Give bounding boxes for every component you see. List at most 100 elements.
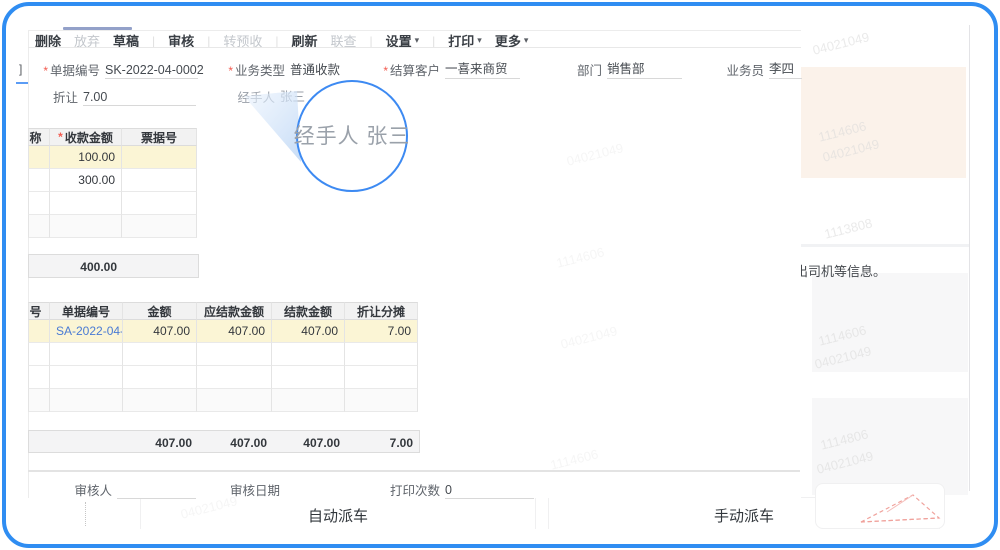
cell-settle_amount[interactable] [272, 343, 345, 366]
toolbar-separator: | [369, 33, 373, 48]
chevron-down-icon: ▾ [523, 35, 529, 45]
footer-field-print-count: 打印次数 0 [390, 483, 534, 499]
cell-name[interactable] [28, 192, 50, 215]
field-department: 部门 销售部 [562, 62, 682, 79]
cell-doc_no[interactable] [50, 343, 123, 366]
field-discount-value[interactable]: 7.00 [83, 90, 196, 106]
payment-lines-table-header-amount: * 收款金额 [50, 128, 122, 146]
payment-lines-table: 称 * 收款金额 票据号 100.00 300.00 [28, 128, 199, 238]
cell-doc_no[interactable] [50, 366, 123, 389]
cell-name[interactable] [28, 169, 50, 192]
field-settle-customer-value[interactable]: 一喜来商贸 [445, 58, 520, 79]
field-settle-customer-label: * 结算客户 [383, 64, 440, 78]
cell-name[interactable] [28, 146, 50, 169]
required-asterisk: * [383, 64, 388, 78]
cell-settle_amount[interactable] [272, 366, 345, 389]
footer-field-print-count-value[interactable]: 0 [445, 483, 534, 499]
doc-note-text: 出司机等信息。 [795, 264, 887, 279]
cell-no[interactable] [28, 389, 50, 412]
field-salesman-label: 业务员 [726, 64, 764, 78]
table-row [28, 343, 420, 366]
cell-discount_share[interactable] [345, 389, 418, 412]
footer-field-auditor: 审核人 [72, 483, 196, 499]
footer-field-print-count-label: 打印次数 [390, 484, 441, 498]
settlement-docs-table-header-due_amount: 应结款金额 [197, 302, 272, 320]
cell-no[interactable] [28, 343, 50, 366]
settlement-docs-table-header-label: 应结款金额 [203, 304, 264, 319]
cell-amount[interactable] [123, 366, 197, 389]
cell-due_amount[interactable]: 407.00 [197, 320, 272, 343]
cell-no[interactable] [28, 366, 50, 389]
auto-dispatch-label: 自动派车 [307, 508, 368, 525]
cell-doc_no[interactable] [50, 389, 123, 412]
doc-no-link[interactable]: SA-2022-04-… [56, 324, 122, 338]
cell-amount[interactable] [50, 192, 122, 215]
cell-discount_share[interactable]: 7.00 [345, 320, 418, 343]
cell-doc_no[interactable]: SA-2022-04-… [50, 320, 123, 343]
cell-bill_no[interactable] [122, 169, 197, 192]
field-doc-no: * 单据编号 SK-2022-04-0002 [36, 63, 204, 79]
table-row [28, 192, 199, 215]
footer-field-audit-date: 审核日期 [228, 483, 318, 499]
cell-bill_no[interactable] [122, 146, 197, 169]
cell-no[interactable] [28, 320, 50, 343]
field-settle-customer: * 结算客户 一喜来商贸 [380, 62, 520, 79]
field-department-value[interactable]: 销售部 [607, 58, 682, 79]
field-handler: 经手人 张三 [231, 90, 319, 106]
cell-amount[interactable] [123, 389, 197, 412]
footer-field-audit-date-label: 审核日期 [229, 484, 280, 498]
cell-due_amount[interactable] [197, 389, 272, 412]
field-handler-value[interactable]: 张三 [280, 86, 319, 106]
settlement-docs-table-header-label: 号 [29, 304, 42, 319]
active-tab-indicator [63, 27, 132, 30]
field-biz-type-value[interactable]: 普通收款 [290, 59, 373, 79]
total-cell-settle_amount: 407.00 [303, 435, 340, 450]
payment-lines-table-header-bill_no: 票据号 [122, 128, 197, 146]
required-asterisk: * [228, 64, 233, 78]
cell-discount_share[interactable] [345, 343, 418, 366]
payment-lines-table-header-row: 称 * 收款金额 票据号 [28, 128, 199, 146]
required-asterisk: * [43, 64, 48, 78]
total-cell-doc_no [51, 431, 124, 454]
settlement-docs-table: 号 单据编号 金额 应结款金额 结款金额 折让分摊 SA-2022-04-… 407.00 40… [28, 302, 420, 412]
cell-due_amount[interactable] [197, 343, 272, 366]
cell-bill_no[interactable] [122, 192, 197, 215]
paper-plane-icon [860, 494, 941, 523]
payment-lines-table-total-row: 400.00 [28, 254, 199, 278]
table-row: SA-2022-04-… 407.00 407.00 407.00 7.00 [28, 320, 420, 343]
cell-due_amount[interactable] [197, 366, 272, 389]
footer-divider [28, 470, 800, 472]
field-doc-no-label: * 单据编号 [43, 64, 100, 78]
field-doc-no-value[interactable]: SK-2022-04-0002 [105, 63, 204, 79]
toolbar-separator: | [432, 33, 436, 48]
cell-amount[interactable] [123, 343, 197, 366]
settlement-docs-table-header-discount_share: 折让分摊 [345, 302, 418, 320]
footer-field-audit-date-value[interactable] [285, 498, 318, 499]
cell-settle_amount[interactable] [272, 389, 345, 412]
form-toolbar: 删除 放弃 草稿 | 审核 | 转预收 | 刷新 联查 | 设置 ▾ | 打印 ▾ 更多 ▾ [35, 33, 529, 50]
cell-value: 407.00 [228, 324, 265, 338]
cell-bill_no[interactable] [122, 215, 197, 238]
cell-settle_amount[interactable]: 407.00 [272, 320, 345, 343]
chevron-down-icon: ▾ [477, 35, 482, 45]
field-salesman: 业务员 李四 [716, 62, 802, 79]
cell-amount[interactable] [50, 215, 122, 238]
cell-discount_share[interactable] [345, 366, 418, 389]
settlement-docs-table-header-row: 号 单据编号 金额 应结款金额 结款金额 折让分摊 [28, 302, 420, 320]
settlement-docs-table-header-label: 折让分摊 [356, 304, 405, 319]
cell-name[interactable] [28, 215, 50, 238]
footer-field-auditor-value[interactable] [117, 497, 196, 499]
cell-value: 100.00 [78, 150, 115, 164]
cell-amount[interactable]: 407.00 [123, 320, 197, 343]
table-row: 100.00 [28, 146, 199, 169]
table-row: 300.00 [28, 169, 199, 192]
field-salesman-value[interactable]: 李四 [769, 58, 802, 79]
total-cell-due_amount: 407.00 [230, 435, 267, 450]
cell-amount[interactable]: 100.00 [50, 146, 122, 169]
footer-field-auditor-label: 审核人 [74, 484, 112, 498]
cell-amount[interactable]: 300.00 [50, 169, 122, 192]
table-row [28, 366, 420, 389]
field-discount-label: 折让 [52, 91, 78, 105]
total-cell-discount_share: 7.00 [389, 435, 413, 450]
toolbar-separator: | [207, 33, 211, 48]
